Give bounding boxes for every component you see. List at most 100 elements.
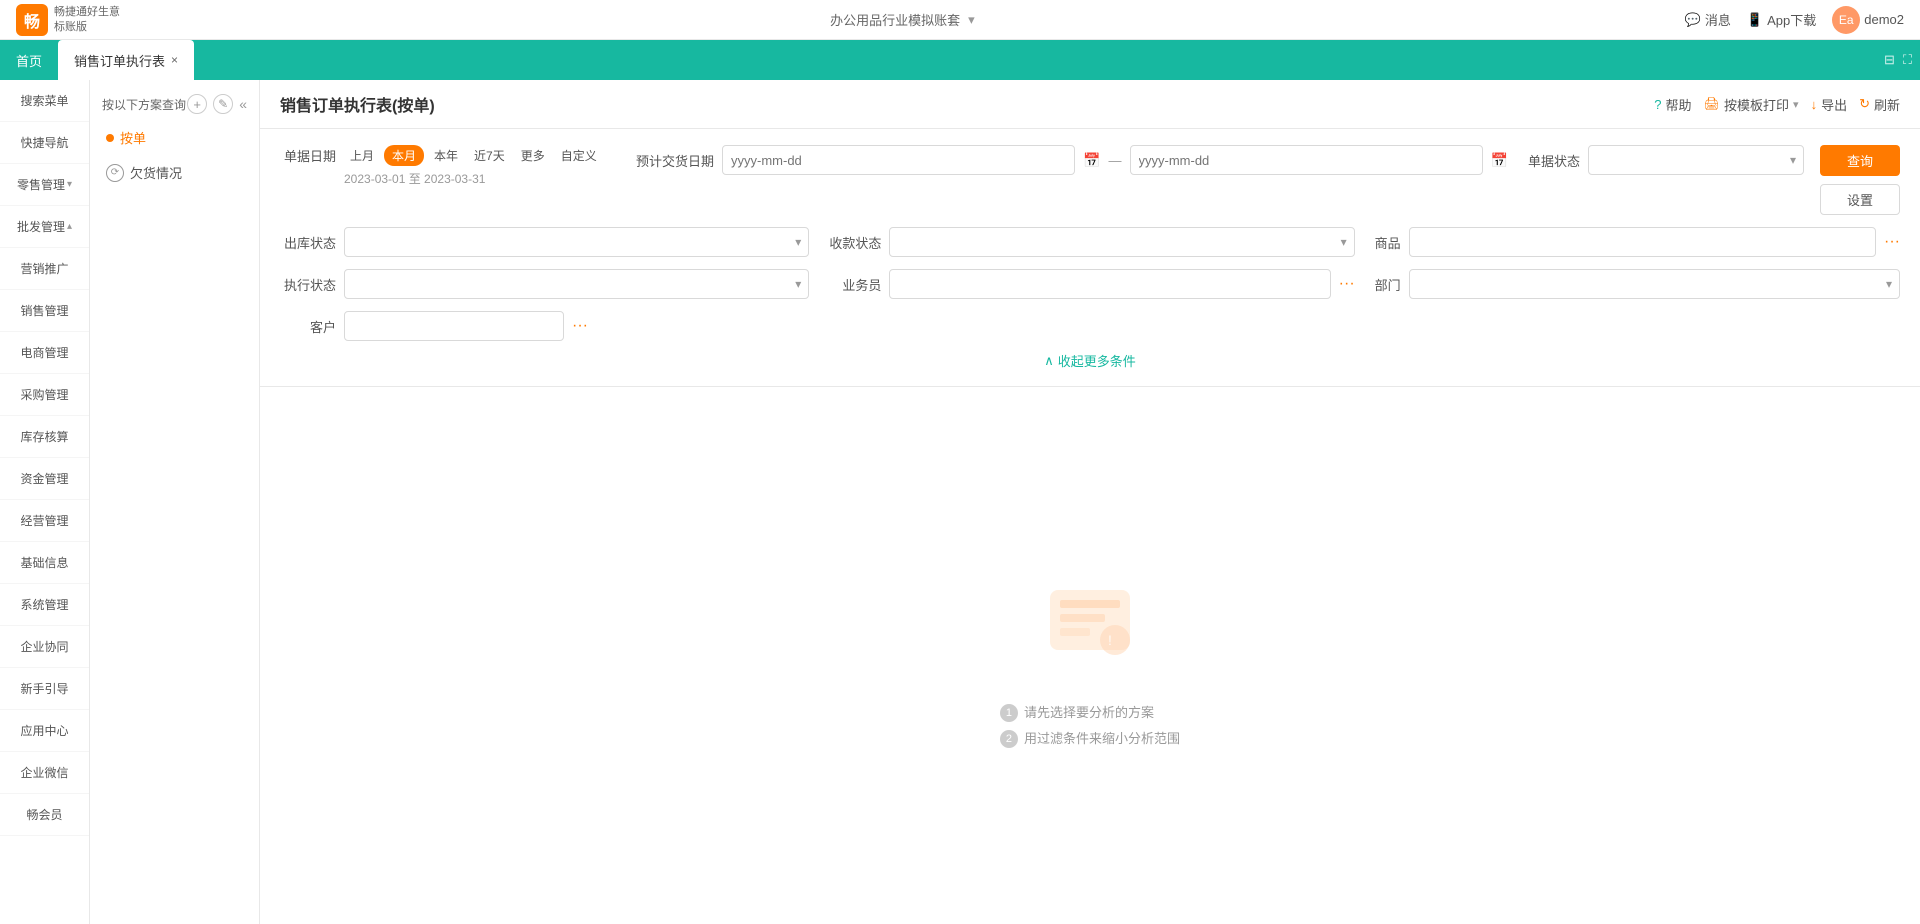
sidebar-item-sales[interactable]: 销售管理 bbox=[0, 290, 89, 332]
sidebar-item-newbie[interactable]: 新手引导 bbox=[0, 668, 89, 710]
tab-active[interactable]: 销售订单执行表 × bbox=[58, 40, 194, 80]
date-sep: — bbox=[1109, 153, 1122, 168]
date-tag-this-month[interactable]: 本月 bbox=[384, 145, 424, 166]
date-tag-this-year[interactable]: 本年 bbox=[428, 145, 464, 166]
sidebar-item-operation[interactable]: 经营管理 bbox=[0, 500, 89, 542]
quick-nav-label: 快捷导航 bbox=[4, 134, 85, 151]
payment-status-field: 收款状态 bbox=[825, 227, 1354, 257]
print-btn[interactable]: 🖨 按模板打印 ▾ bbox=[1704, 95, 1799, 114]
date-tag-custom[interactable]: 自定义 bbox=[555, 145, 603, 166]
expected-date-end[interactable] bbox=[1130, 145, 1483, 175]
export-icon: ↓ bbox=[1811, 97, 1818, 112]
edit-scheme-btn[interactable]: ✎ bbox=[213, 94, 233, 114]
message-btn[interactable]: 💬 消息 bbox=[1685, 10, 1731, 29]
sidebar-item-search-menu[interactable]: 搜索菜单 bbox=[0, 80, 89, 122]
sidebar-item-wholesale[interactable]: 批发管理 ▴ bbox=[0, 206, 89, 248]
tab-expand-icon[interactable]: ⛶ bbox=[1903, 52, 1912, 68]
sidebar-item-basic[interactable]: 基础信息 bbox=[0, 542, 89, 584]
search-menu-label: 搜索菜单 bbox=[4, 92, 85, 109]
sidebar-item-sys[interactable]: 系统管理 bbox=[0, 584, 89, 626]
filter-panel-title: 按以下方案查询 bbox=[102, 96, 186, 113]
svg-text:!: ! bbox=[1108, 632, 1112, 648]
date-tag-last-month[interactable]: 上月 bbox=[344, 145, 380, 166]
collapse-panel-btn[interactable]: « bbox=[239, 96, 247, 112]
order-status-label: 单据状态 bbox=[1524, 151, 1580, 170]
goods-field: 商品 ··· bbox=[1371, 227, 1900, 257]
sidebar-item-purchase[interactable]: 采购管理 bbox=[0, 374, 89, 416]
filter-active-dot bbox=[106, 134, 114, 142]
logo-icon: 畅 bbox=[16, 4, 48, 36]
sidebar-item-inventory[interactable]: 库存核算 bbox=[0, 416, 89, 458]
customer-input[interactable] bbox=[344, 311, 564, 341]
search-row-2: 出库状态 收款状态 商品 bbox=[280, 227, 1900, 257]
exec-status-select[interactable] bbox=[344, 269, 809, 299]
order-status-select-wrapper bbox=[1588, 145, 1804, 175]
filter-panel-header: 按以下方案查询 + ✎ « bbox=[90, 88, 259, 120]
department-field: 部门 bbox=[1371, 269, 1900, 299]
top-bar-right: 💬 消息 📱 App下载 Ea demo2 bbox=[1685, 6, 1904, 34]
user-menu[interactable]: Ea demo2 bbox=[1832, 6, 1904, 34]
collapse-btn[interactable]: ∧ 收起更多条件 bbox=[1044, 351, 1136, 370]
sidebar: 搜索菜单 快捷导航 零售管理 ▾ 批发管理 ▴ 营销推广 销售管理 电商管理 采… bbox=[0, 80, 90, 924]
empty-hint-2: 2 用过滤条件来缩小分析范围 bbox=[1000, 726, 1180, 752]
filter-item-debt[interactable]: ⟳ 欠货情况 bbox=[90, 155, 259, 190]
app-download-btn[interactable]: 📱 App下载 bbox=[1747, 10, 1816, 29]
calendar-icon-end[interactable]: 📅 bbox=[1491, 152, 1508, 169]
customer-ellipsis-btn[interactable]: ··· bbox=[572, 317, 588, 335]
print-dropdown-icon: ▾ bbox=[1793, 98, 1799, 111]
date-tag-more[interactable]: 更多 bbox=[515, 145, 551, 166]
delivery-status-wrapper bbox=[344, 227, 809, 257]
sidebar-item-marketing[interactable]: 营销推广 bbox=[0, 248, 89, 290]
goods-input[interactable] bbox=[1409, 227, 1876, 257]
nav-dropdown-icon[interactable]: ▾ bbox=[968, 12, 975, 28]
tab-minimize-icon[interactable]: ⊟ bbox=[1884, 52, 1895, 68]
sidebar-item-quick-nav[interactable]: 快捷导航 bbox=[0, 122, 89, 164]
search-row-4: 客户 ··· bbox=[280, 311, 1900, 341]
department-label: 部门 bbox=[1371, 275, 1401, 294]
filter-item-press-order[interactable]: 按单 bbox=[90, 120, 259, 155]
expected-date-start[interactable] bbox=[722, 145, 1075, 175]
tab-bar: 首页 销售订单执行表 × ⊟ ⛶ bbox=[0, 40, 1920, 80]
date-tags: 上月 本月 本年 近7天 更多 自定义 bbox=[344, 145, 603, 166]
calendar-icon-start[interactable]: 📅 bbox=[1083, 152, 1100, 169]
date-tag-7days[interactable]: 近7天 bbox=[468, 145, 511, 166]
content-area: 按以下方案查询 + ✎ « 按单 ⟳ 欠货情况 销售订单执行表(按单) bbox=[90, 80, 1920, 924]
page-header: 销售订单执行表(按单) ? 帮助 🖨 按模板打印 ▾ ↓ 导出 bbox=[260, 80, 1920, 129]
salesperson-field: 业务员 ··· bbox=[825, 269, 1354, 299]
query-button[interactable]: 查询 bbox=[1820, 145, 1900, 176]
export-btn[interactable]: ↓ 导出 bbox=[1811, 95, 1848, 114]
customer-label: 客户 bbox=[280, 317, 336, 336]
sidebar-item-enterprise-wx[interactable]: 企业微信 bbox=[0, 752, 89, 794]
empty-illustration: ! bbox=[1030, 560, 1150, 680]
exec-status-wrapper bbox=[344, 269, 809, 299]
order-status-select[interactable] bbox=[1588, 145, 1804, 175]
sidebar-item-finance[interactable]: 资金管理 bbox=[0, 458, 89, 500]
salesperson-input[interactable] bbox=[889, 269, 1330, 299]
sidebar-item-enterprise[interactable]: 企业协同 bbox=[0, 626, 89, 668]
date-label: 单据日期 bbox=[280, 146, 336, 165]
add-scheme-btn[interactable]: + bbox=[187, 94, 207, 114]
help-btn[interactable]: ? 帮助 bbox=[1654, 95, 1691, 114]
sidebar-item-retail[interactable]: 零售管理 ▾ bbox=[0, 164, 89, 206]
refresh-btn[interactable]: ↻ 刷新 bbox=[1859, 95, 1900, 114]
sidebar-item-ecommerce[interactable]: 电商管理 bbox=[0, 332, 89, 374]
delivery-status-field: 出库状态 bbox=[280, 227, 809, 257]
right-buttons: 查询 设置 bbox=[1820, 145, 1900, 215]
page-title: 销售订单执行表(按单) bbox=[280, 92, 435, 128]
tab-controls: ⊟ ⛶ bbox=[1876, 52, 1920, 68]
message-icon: 💬 bbox=[1685, 12, 1701, 28]
hint-num-2: 2 bbox=[1000, 730, 1018, 748]
delivery-status-select[interactable] bbox=[344, 227, 809, 257]
settings-button[interactable]: 设置 bbox=[1820, 184, 1900, 215]
payment-status-select[interactable] bbox=[889, 227, 1354, 257]
goods-ellipsis-btn[interactable]: ··· bbox=[1884, 233, 1900, 251]
avatar: Ea bbox=[1832, 6, 1860, 34]
sidebar-item-app-center[interactable]: 应用中心 bbox=[0, 710, 89, 752]
salesperson-ellipsis-btn[interactable]: ··· bbox=[1339, 275, 1355, 293]
empty-hints: 1 请先选择要分析的方案 2 用过滤条件来缩小分析范围 bbox=[1000, 700, 1180, 752]
filter-circle-icon: ⟳ bbox=[106, 164, 124, 182]
tab-close-btn[interactable]: × bbox=[171, 53, 178, 67]
department-select[interactable] bbox=[1409, 269, 1900, 299]
tab-home[interactable]: 首页 bbox=[0, 40, 58, 80]
sidebar-item-member[interactable]: 畅会员 bbox=[0, 794, 89, 836]
